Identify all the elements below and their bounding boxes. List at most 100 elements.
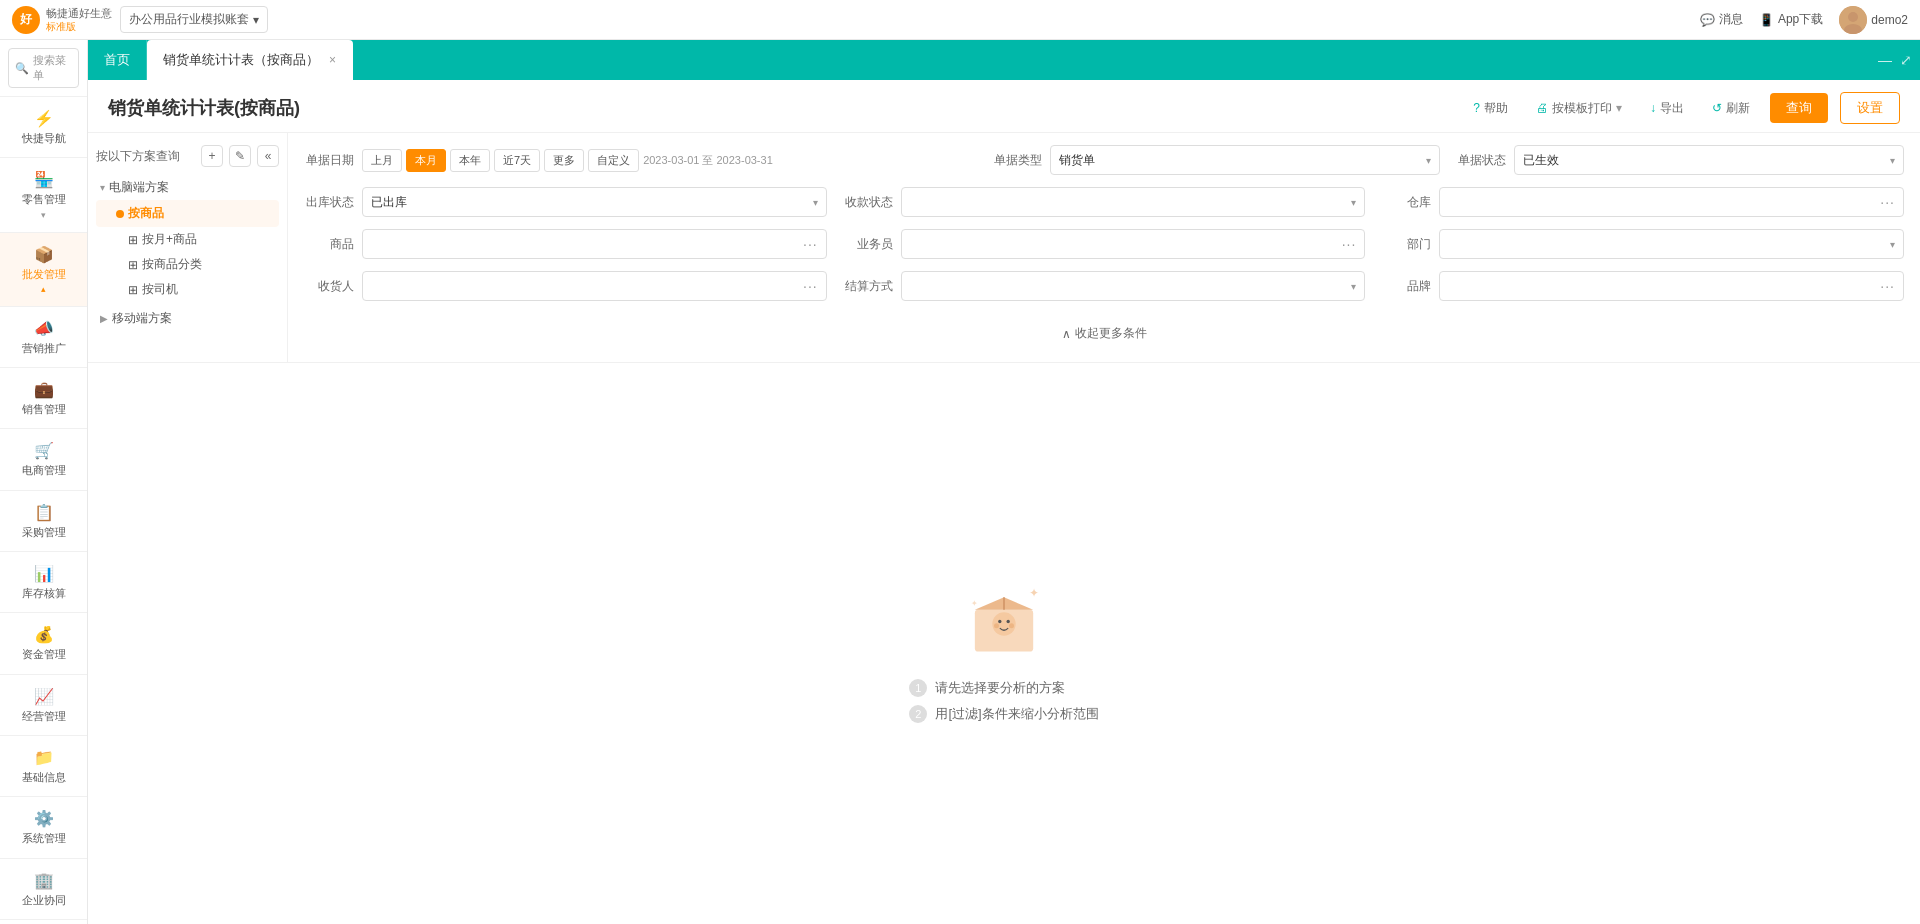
date-btn-more[interactable]: 更多 xyxy=(544,149,584,172)
consignee-field: 收货人 ··· xyxy=(304,271,827,301)
message-button[interactable]: 💬 消息 xyxy=(1700,11,1743,28)
pc-section: ▾ 电脑端方案 按商品 ⊞ 按月+商品 ⊞ 按 xyxy=(96,175,279,302)
tree-item-by-product[interactable]: 按商品 xyxy=(96,200,279,227)
help-icon: ? xyxy=(1473,101,1480,115)
tab-bar: 首页 销货单统计计表（按商品） × — ⤢ xyxy=(88,40,1920,80)
basic-icon: 📁 xyxy=(34,748,54,767)
date-btn-last-month[interactable]: 上月 xyxy=(362,149,402,172)
app-download-button[interactable]: 📱 App下载 xyxy=(1759,11,1823,28)
pc-section-header[interactable]: ▾ 电脑端方案 xyxy=(96,175,279,200)
date-btn-this-month[interactable]: 本月 xyxy=(406,149,446,172)
order-status-chevron-icon: ▾ xyxy=(1890,155,1895,166)
header-left: 好 畅捷通好生意 标准版 办公用品行业模拟账套 ▾ xyxy=(12,6,268,34)
product-select[interactable]: ··· xyxy=(362,229,827,259)
order-type-select[interactable]: 销货单 ▾ xyxy=(1050,145,1440,175)
mobile-section-header[interactable]: ▶ 移动端方案 xyxy=(96,306,279,331)
avatar xyxy=(1839,6,1867,34)
add-scheme-button[interactable]: + xyxy=(201,145,223,167)
tree-item-by-month-product[interactable]: ⊞ 按月+商品 xyxy=(96,227,279,252)
sidebar-item-wholesale[interactable]: 📦 批发管理 ▴ xyxy=(0,233,87,307)
tree-item-by-machine[interactable]: ⊞ 按司机 xyxy=(96,277,279,302)
warehouse-select[interactable]: ··· xyxy=(1439,187,1904,217)
refresh-button[interactable]: ↺ 刷新 xyxy=(1704,96,1758,121)
wholesale-icon: 📦 xyxy=(34,245,54,264)
receive-status-select[interactable]: ▾ xyxy=(901,187,1366,217)
warehouse-field: 仓库 ··· xyxy=(1381,187,1904,217)
operations-icon: 📈 xyxy=(34,687,54,706)
user-menu[interactable]: demo2 xyxy=(1839,6,1908,34)
payment-method-select[interactable]: ▾ xyxy=(901,271,1366,301)
settings-button[interactable]: 设置 xyxy=(1840,92,1900,124)
brand-field: 品牌 ··· xyxy=(1381,271,1904,301)
tree-item-by-product-category[interactable]: ⊞ 按商品分类 xyxy=(96,252,279,277)
logo-text: 畅捷通好生意 标准版 xyxy=(46,6,112,33)
sidebar-item-finance[interactable]: 💰 资金管理 xyxy=(0,613,87,674)
sidebar-item-quicknav[interactable]: ⚡ 快捷导航 xyxy=(0,97,87,158)
date-btn-this-year[interactable]: 本年 xyxy=(450,149,490,172)
sidebar-item-ecommerce[interactable]: 🛒 电商管理 xyxy=(0,429,87,490)
receive-status-field: 收款状态 ▾ xyxy=(843,187,1366,217)
sales-icon: 💼 xyxy=(34,380,54,399)
filter-tree: 按以下方案查询 + ✎ « ▾ 电脑端方案 xyxy=(88,133,288,362)
tab-home[interactable]: 首页 xyxy=(88,40,147,80)
svg-point-7 xyxy=(998,620,1001,623)
sidebar-item-marketing[interactable]: 📣 营销推广 xyxy=(0,307,87,368)
brand-dots-icon: ··· xyxy=(1880,278,1895,294)
sidebar-item-sales[interactable]: 💼 销售管理 xyxy=(0,368,87,429)
salesperson-dots-icon: ··· xyxy=(1342,236,1357,252)
sidebar-item-purchase[interactable]: 📋 采购管理 xyxy=(0,491,87,552)
out-status-select[interactable]: 已出库 ▾ xyxy=(362,187,827,217)
department-field: 部门 ▾ xyxy=(1381,229,1904,259)
query-button[interactable]: 查询 xyxy=(1770,93,1828,123)
page-actions: ? 帮助 🖨 按模板打印 ▾ ↓ 导出 ↺ 刷新 xyxy=(1465,92,1900,124)
search-menu-input[interactable]: 🔍 搜索菜单 xyxy=(8,48,79,88)
svg-point-9 xyxy=(994,623,999,628)
grid-icon-3: ⊞ xyxy=(128,283,138,297)
consignee-select[interactable]: ··· xyxy=(362,271,827,301)
filter-form: 单据日期 上月 本月 本年 近7天 更多 自定义 2023-03-01 至 20… xyxy=(288,133,1920,362)
sidebar-item-system[interactable]: ⚙️ 系统管理 xyxy=(0,797,87,858)
sidebar-item-newbie[interactable]: 🎯 新手引导 xyxy=(0,920,87,924)
collapse-tree-button[interactable]: « xyxy=(257,145,279,167)
department-select[interactable]: ▾ xyxy=(1439,229,1904,259)
collapse-button[interactable]: ∧ 收起更多条件 xyxy=(1050,321,1159,346)
export-icon: ↓ xyxy=(1650,101,1656,115)
payment-method-chevron-icon: ▾ xyxy=(1351,281,1356,292)
pc-section-arrow-icon: ▾ xyxy=(100,182,105,193)
tab-close-icon[interactable]: × xyxy=(329,53,336,67)
receive-status-chevron-icon: ▾ xyxy=(1351,197,1356,208)
quicknav-icon: ⚡ xyxy=(34,109,54,128)
svg-point-10 xyxy=(1009,623,1014,628)
wholesale-expand-icon: ▴ xyxy=(41,284,46,294)
filter-row-3: 商品 ··· 业务员 ··· xyxy=(304,229,1904,259)
brand-select[interactable]: ··· xyxy=(1439,271,1904,301)
tab-minimize-icon[interactable]: — xyxy=(1878,52,1892,68)
date-btn-7days[interactable]: 近7天 xyxy=(494,149,540,172)
svg-point-8 xyxy=(1007,620,1010,623)
edit-scheme-button[interactable]: ✎ xyxy=(229,145,251,167)
workspace-selector[interactable]: 办公用品行业模拟账套 ▾ xyxy=(120,6,268,33)
sidebar-item-basic[interactable]: 📁 基础信息 xyxy=(0,736,87,797)
consignee-dots-icon: ··· xyxy=(803,278,818,294)
sidebar-item-enterprise[interactable]: 🏢 企业协同 xyxy=(0,859,87,920)
purchase-icon: 📋 xyxy=(34,503,54,522)
sidebar: 🔍 搜索菜单 ⚡ 快捷导航 🏪 零售管理 ▾ 📦 批发管理 ▴ 📣 营销推广 💼… xyxy=(0,40,88,924)
print-button[interactable]: 🖨 按模板打印 ▾ xyxy=(1528,96,1630,121)
retail-icon: 🏪 xyxy=(34,170,54,189)
header-right: 💬 消息 📱 App下载 demo2 xyxy=(1700,6,1908,34)
order-status-select[interactable]: 已生效 ▾ xyxy=(1514,145,1904,175)
empty-illustration: ✦ ✦ xyxy=(954,564,1054,667)
salesperson-select[interactable]: ··· xyxy=(901,229,1366,259)
sidebar-item-operations[interactable]: 📈 经营管理 xyxy=(0,675,87,736)
tip-2-number: 2 xyxy=(909,705,927,723)
tab-active[interactable]: 销货单统计计表（按商品） × xyxy=(147,40,353,80)
sidebar-item-retail[interactable]: 🏪 零售管理 ▾ xyxy=(0,158,87,232)
sidebar-item-inventory[interactable]: 📊 库存核算 xyxy=(0,552,87,613)
help-button[interactable]: ? 帮助 xyxy=(1465,96,1516,121)
grid-icon-2: ⊞ xyxy=(128,258,138,272)
product-dots-icon: ··· xyxy=(803,236,818,252)
order-status-field: 单据状态 已生效 ▾ xyxy=(1456,145,1904,175)
tab-maximize-icon[interactable]: ⤢ xyxy=(1900,52,1912,68)
date-btn-custom[interactable]: 自定义 xyxy=(588,149,639,172)
export-button[interactable]: ↓ 导出 xyxy=(1642,96,1692,121)
